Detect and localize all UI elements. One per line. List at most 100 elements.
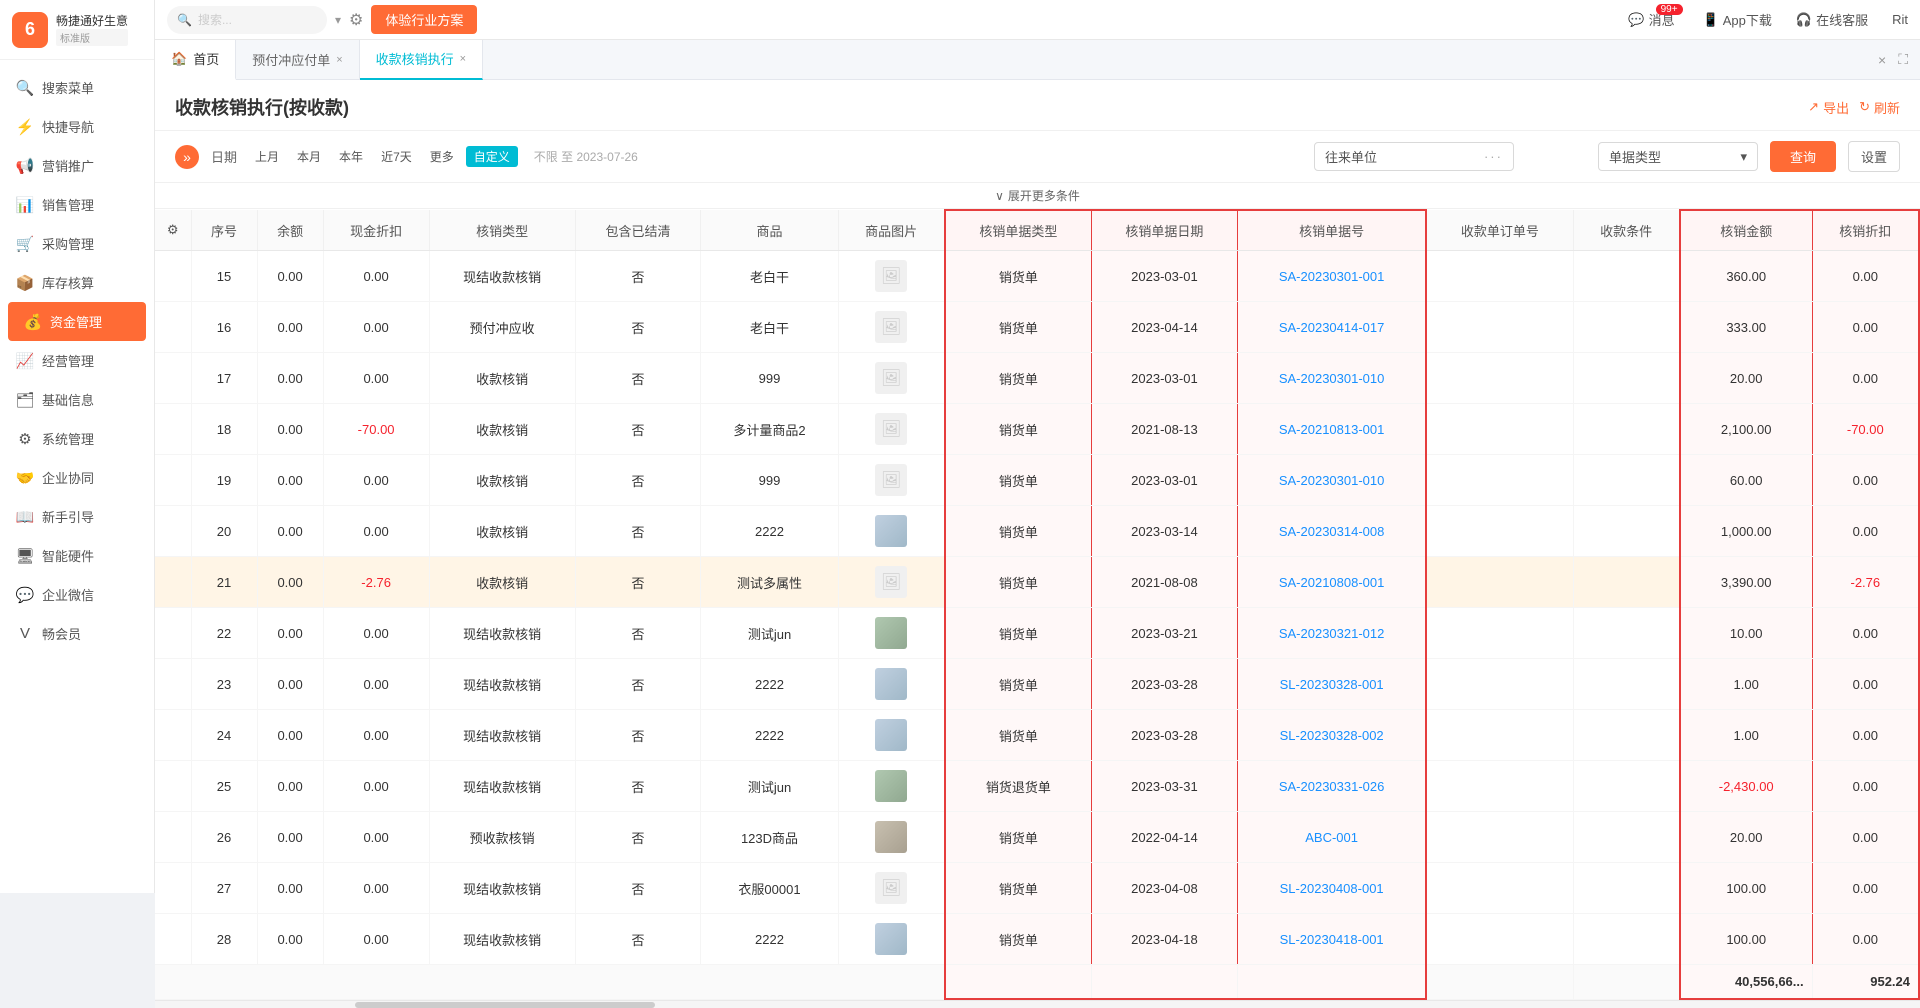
gear-icon[interactable]: ⚙: [349, 10, 363, 30]
cell-verify-doc-date: 2023-03-14: [1091, 506, 1237, 557]
tab-prepay-close[interactable]: ×: [336, 54, 342, 66]
industry-btn[interactable]: 体验行业方案: [371, 5, 477, 34]
cell-settings: [155, 506, 191, 557]
tab-verify[interactable]: 收款核销执行 ×: [360, 40, 483, 80]
verify-doc-no-link[interactable]: SA-20230331-026: [1279, 779, 1385, 794]
cell-verify-doc-no[interactable]: SL-20230418-001: [1237, 914, 1426, 965]
date-opt-more[interactable]: 更多: [424, 146, 460, 167]
sidebar-item-营销推广[interactable]: 📢营销推广: [0, 146, 154, 185]
sidebar-item-畅会员[interactable]: V畅会员: [0, 614, 154, 653]
sidebar-item-销售管理[interactable]: 📊销售管理: [0, 185, 154, 224]
sidebar-item-智能硬件[interactable]: 🖥智能硬件: [0, 536, 154, 575]
scrollbar-thumb[interactable]: [355, 1002, 655, 1008]
cell-verify-doc-no[interactable]: SA-20230301-001: [1237, 251, 1426, 302]
cell-included-closed: 否: [575, 455, 701, 506]
sidebar-item-资金管理[interactable]: 💰资金管理: [8, 302, 146, 341]
query-btn[interactable]: 查询: [1770, 141, 1836, 172]
th-verify-doc-no: 核销单据号: [1237, 210, 1426, 251]
tab-verify-close[interactable]: ×: [460, 53, 466, 65]
refresh-btn[interactable]: ↻ 刷新: [1859, 98, 1900, 117]
cell-goods: 2222: [701, 914, 838, 965]
cell-verify-doc-no[interactable]: SA-20210808-001: [1237, 557, 1426, 608]
verify-doc-no-link[interactable]: ABC-001: [1305, 830, 1358, 845]
verify-doc-no-link[interactable]: SL-20230328-002: [1280, 728, 1384, 743]
scrollbar-track[interactable]: [155, 1000, 1920, 1008]
sidebar-item-基础信息[interactable]: 🗂基础信息: [0, 380, 154, 419]
topbar-arrow[interactable]: ▾: [335, 13, 341, 27]
sidebar-item-系统管理[interactable]: ⚙系统管理: [0, 419, 154, 458]
topbar-app[interactable]: 📱 App下载: [1703, 10, 1772, 29]
menu-icon: 💰: [24, 313, 42, 331]
tab-close-all[interactable]: ×: [1874, 48, 1890, 72]
verify-doc-no-link[interactable]: SA-20210813-001: [1279, 422, 1385, 437]
sidebar-item-企业协同[interactable]: 🤝企业协同: [0, 458, 154, 497]
cell-verify-discount: 0.00: [1812, 761, 1919, 812]
cell-receipt-order-no: [1426, 251, 1573, 302]
table-row: 21 0.00 -2.76 收款核销 否 测试多属性 🖼 销货单 2021-08…: [155, 557, 1919, 608]
date-opt-last-month[interactable]: 上月: [249, 146, 285, 167]
cell-verify-doc-no[interactable]: SA-20210813-001: [1237, 404, 1426, 455]
cell-verify-doc-type: 销货单: [945, 608, 1092, 659]
cell-verify-doc-no[interactable]: SL-20230328-002: [1237, 710, 1426, 761]
date-opt-7days[interactable]: 近7天: [375, 146, 418, 167]
sidebar-item-企业微信[interactable]: 💬企业微信: [0, 575, 154, 614]
cell-no: 19: [191, 455, 257, 506]
sidebar-item-快捷导航[interactable]: ⚡快捷导航: [0, 107, 154, 146]
verify-doc-no-link[interactable]: SA-20230314-008: [1279, 524, 1385, 539]
date-opt-custom[interactable]: 自定义: [466, 146, 518, 167]
date-opt-this-month[interactable]: 本月: [291, 146, 327, 167]
filter-expand-btn[interactable]: »: [175, 145, 199, 169]
cell-verify-doc-no[interactable]: SA-20230414-017: [1237, 302, 1426, 353]
search-placeholder: 搜索...: [198, 11, 232, 28]
cell-verify-doc-no[interactable]: SA-20230331-026: [1237, 761, 1426, 812]
cell-settings: [155, 353, 191, 404]
sidebar-item-搜索菜单[interactable]: 🔍搜索菜单: [0, 68, 154, 107]
voucher-type-select[interactable]: 单据类型 ▾: [1598, 142, 1758, 171]
sidebar-item-库存核算[interactable]: 📦库存核算: [0, 263, 154, 302]
sidebar-item-新手引导[interactable]: 📖新手引导: [0, 497, 154, 536]
verify-doc-no-link[interactable]: SA-20230301-010: [1279, 371, 1385, 386]
cell-verify-doc-no[interactable]: SA-20230301-010: [1237, 353, 1426, 404]
cell-verify-doc-no[interactable]: SA-20230301-010: [1237, 455, 1426, 506]
partner-select[interactable]: 往来单位 ···: [1314, 142, 1514, 171]
verify-doc-no-link[interactable]: SA-20230301-010: [1279, 473, 1385, 488]
verify-doc-no-link[interactable]: SL-20230408-001: [1280, 881, 1384, 896]
cell-receipt-condition: [1573, 404, 1680, 455]
cell-receipt-condition: [1573, 302, 1680, 353]
tab-expand[interactable]: ⛶: [1894, 47, 1912, 72]
cell-receipt-condition: [1573, 557, 1680, 608]
cell-receipt-condition: [1573, 251, 1680, 302]
verify-doc-no-link[interactable]: SA-20230301-001: [1279, 269, 1385, 284]
cell-verify-doc-no[interactable]: ABC-001: [1237, 812, 1426, 863]
logo-tag: 标准版: [56, 29, 128, 46]
verify-doc-no-link[interactable]: SL-20230418-001: [1280, 932, 1384, 947]
topbar-search[interactable]: 🔍 搜索...: [167, 6, 327, 34]
export-btn[interactable]: ↗ 导出: [1808, 98, 1849, 117]
verify-doc-no-link[interactable]: SL-20230328-001: [1280, 677, 1384, 692]
cell-verify-doc-date: 2023-03-01: [1091, 353, 1237, 404]
tab-prepay[interactable]: 预付冲应付单 ×: [236, 40, 359, 80]
cell-verify-doc-no[interactable]: SA-20230314-008: [1237, 506, 1426, 557]
expand-more-btn[interactable]: ∨ 展开更多条件: [995, 187, 1080, 204]
voucher-type-label: 单据类型: [1609, 147, 1661, 166]
partner-label: 往来单位: [1325, 147, 1377, 166]
cell-goods-img: 🖼: [838, 302, 945, 353]
verify-doc-no-link[interactable]: SA-20230321-012: [1279, 626, 1385, 641]
setting-btn[interactable]: 设置: [1848, 141, 1900, 172]
cell-verify-doc-no[interactable]: SL-20230408-001: [1237, 863, 1426, 914]
verify-doc-no-link[interactable]: SA-20210808-001: [1279, 575, 1385, 590]
date-opt-this-year[interactable]: 本年: [333, 146, 369, 167]
verify-doc-no-link[interactable]: SA-20230414-017: [1279, 320, 1385, 335]
topbar-message[interactable]: 💬 消息 99+: [1628, 10, 1674, 29]
cell-no: 27: [191, 863, 257, 914]
topbar-service[interactable]: 🎧 在线客服: [1796, 10, 1868, 29]
sidebar-item-采购管理[interactable]: 🛒采购管理: [0, 224, 154, 263]
menu-icon: 📈: [16, 352, 34, 370]
cell-verify-doc-no[interactable]: SA-20230321-012: [1237, 608, 1426, 659]
cell-goods: 2222: [701, 659, 838, 710]
cell-verify-type: 收款核销: [429, 404, 575, 455]
sidebar-item-经营管理[interactable]: 📈经营管理: [0, 341, 154, 380]
cell-verify-doc-no[interactable]: SL-20230328-001: [1237, 659, 1426, 710]
tab-home[interactable]: 🏠 首页: [155, 40, 236, 80]
th-receipt-order-no: 收款单订单号: [1426, 210, 1573, 251]
